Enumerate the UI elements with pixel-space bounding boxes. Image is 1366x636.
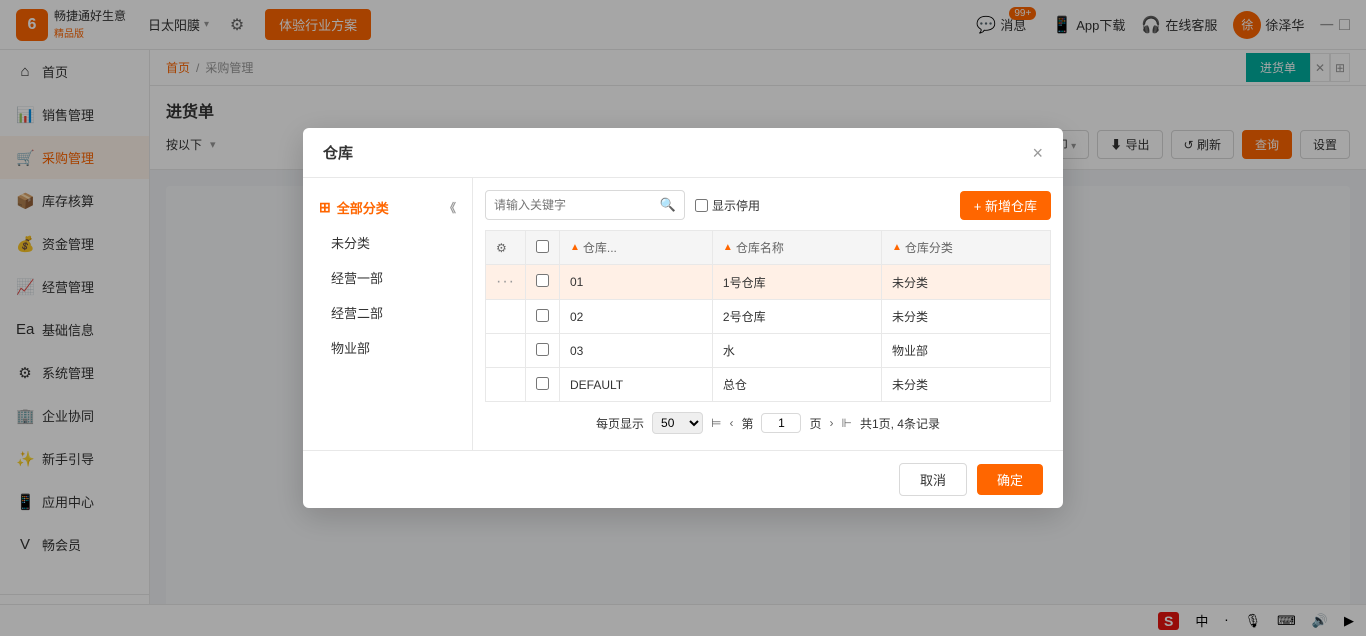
row-checkbox[interactable] <box>536 377 549 390</box>
row-gear <box>486 300 526 334</box>
modal-footer: 取消 确定 <box>303 450 1063 508</box>
page-input[interactable] <box>761 413 801 433</box>
page-prev-icon[interactable]: ‹ <box>729 416 733 430</box>
show-disabled-text: 显示停用 <box>712 197 760 214</box>
sort-icon: ▲ <box>570 242 580 253</box>
row-checkbox-cell <box>525 265 559 300</box>
row-checkbox[interactable] <box>536 274 549 287</box>
row-checkbox-cell <box>525 368 559 402</box>
row-name: 总仓 <box>712 368 881 402</box>
warehouse-table: ⚙ ▲仓库... ▲仓库名称 ▲仓库分类 <box>485 230 1051 402</box>
col-category: ▲仓库分类 <box>881 231 1050 265</box>
search-bar: 🔍 显示停用 + 新增仓库 <box>485 190 1051 220</box>
all-categories-label: 全部分类 <box>337 198 389 217</box>
col-name: ▲仓库名称 <box>712 231 881 265</box>
row-name: 2号仓库 <box>712 300 881 334</box>
per-page-label: 每页显示 <box>596 415 644 432</box>
col-name-label: 仓库名称 <box>736 239 784 256</box>
table-row[interactable]: ··· 01 1号仓库 未分类 <box>486 265 1051 300</box>
page-next-icon[interactable]: › <box>830 416 834 430</box>
page-suffix: 页 <box>809 415 821 432</box>
col-category-label: 仓库分类 <box>905 239 953 256</box>
select-all-checkbox[interactable] <box>536 240 549 253</box>
table-row[interactable]: 03 水 物业部 <box>486 334 1051 368</box>
sort-icon2: ▲ <box>723 242 733 253</box>
search-icon[interactable]: 🔍 <box>660 197 676 213</box>
page-last-icon[interactable]: ⊩ <box>842 416 852 430</box>
row-checkbox-cell <box>525 300 559 334</box>
sort-icon3: ▲ <box>892 242 902 253</box>
table-row[interactable]: 02 2号仓库 未分类 <box>486 300 1051 334</box>
grid-icon: ⊞ <box>319 199 331 216</box>
row-ellipsis[interactable]: ··· <box>496 273 515 290</box>
col-gear: ⚙ <box>486 231 526 265</box>
table: ⚙ ▲仓库... ▲仓库名称 ▲仓库分类 <box>485 230 1051 402</box>
col-checkbox <box>525 231 559 265</box>
all-categories[interactable]: ⊞ 全部分类 《 <box>303 190 472 225</box>
row-code: 03 <box>559 334 712 368</box>
row-name: 水 <box>712 334 881 368</box>
category-item-2[interactable]: 经营二部 <box>303 295 472 330</box>
row-code: 01 <box>559 265 712 300</box>
show-disabled-checkbox[interactable] <box>695 199 708 212</box>
modal-title: 仓库 <box>323 142 353 163</box>
ok-button[interactable]: 确定 <box>977 464 1043 495</box>
row-gear <box>486 334 526 368</box>
cancel-button[interactable]: 取消 <box>899 463 967 496</box>
modal-header: 仓库 × <box>303 128 1063 178</box>
pagination: 每页显示 50 100 200 ⊨ ‹ 第 页 › ⊩ 共1页, 4条记录 <box>485 402 1051 438</box>
row-category: 未分类 <box>881 300 1050 334</box>
modal-body: ⊞ 全部分类 《 未分类经营一部经营二部物业部 🔍 显示停用 <box>303 178 1063 450</box>
table-header: ⚙ ▲仓库... ▲仓库名称 ▲仓库分类 <box>486 231 1051 265</box>
category-item-1[interactable]: 经营一部 <box>303 260 472 295</box>
row-name: 1号仓库 <box>712 265 881 300</box>
row-checkbox[interactable] <box>536 343 549 356</box>
per-page-select[interactable]: 50 100 200 <box>652 412 703 434</box>
search-input-wrap: 🔍 <box>485 190 685 220</box>
row-gear <box>486 368 526 402</box>
page-first-icon[interactable]: ⊨ <box>711 416 721 430</box>
row-code: 02 <box>559 300 712 334</box>
total-records: 共1页, 4条记录 <box>860 415 940 432</box>
table-row[interactable]: DEFAULT 总仓 未分类 <box>486 368 1051 402</box>
add-warehouse-button[interactable]: + 新增仓库 <box>960 191 1051 220</box>
row-category: 未分类 <box>881 368 1050 402</box>
col-code: ▲仓库... <box>559 231 712 265</box>
search-input[interactable] <box>494 198 660 212</box>
page-label: 第 <box>741 415 753 432</box>
row-checkbox[interactable] <box>536 309 549 322</box>
row-checkbox-cell <box>525 334 559 368</box>
collapse-icon[interactable]: 《 <box>444 199 456 216</box>
warehouse-modal: 仓库 × ⊞ 全部分类 《 未分类经营一部经营二部物业部 🔍 <box>303 128 1063 508</box>
row-category: 物业部 <box>881 334 1050 368</box>
col-code-label: 仓库... <box>583 239 617 256</box>
modal-overlay: 仓库 × ⊞ 全部分类 《 未分类经营一部经营二部物业部 🔍 <box>0 0 1366 636</box>
category-panel: ⊞ 全部分类 《 未分类经营一部经营二部物业部 <box>303 178 473 450</box>
category-item-0[interactable]: 未分类 <box>303 225 472 260</box>
row-code: DEFAULT <box>559 368 712 402</box>
row-gear: ··· <box>486 265 526 300</box>
close-icon[interactable]: × <box>1032 144 1043 162</box>
row-category: 未分类 <box>881 265 1050 300</box>
category-item-3[interactable]: 物业部 <box>303 330 472 365</box>
show-disabled-label: 显示停用 <box>695 197 760 214</box>
content-panel: 🔍 显示停用 + 新增仓库 ⚙ <box>473 178 1063 450</box>
gear-header-icon: ⚙ <box>496 241 507 255</box>
